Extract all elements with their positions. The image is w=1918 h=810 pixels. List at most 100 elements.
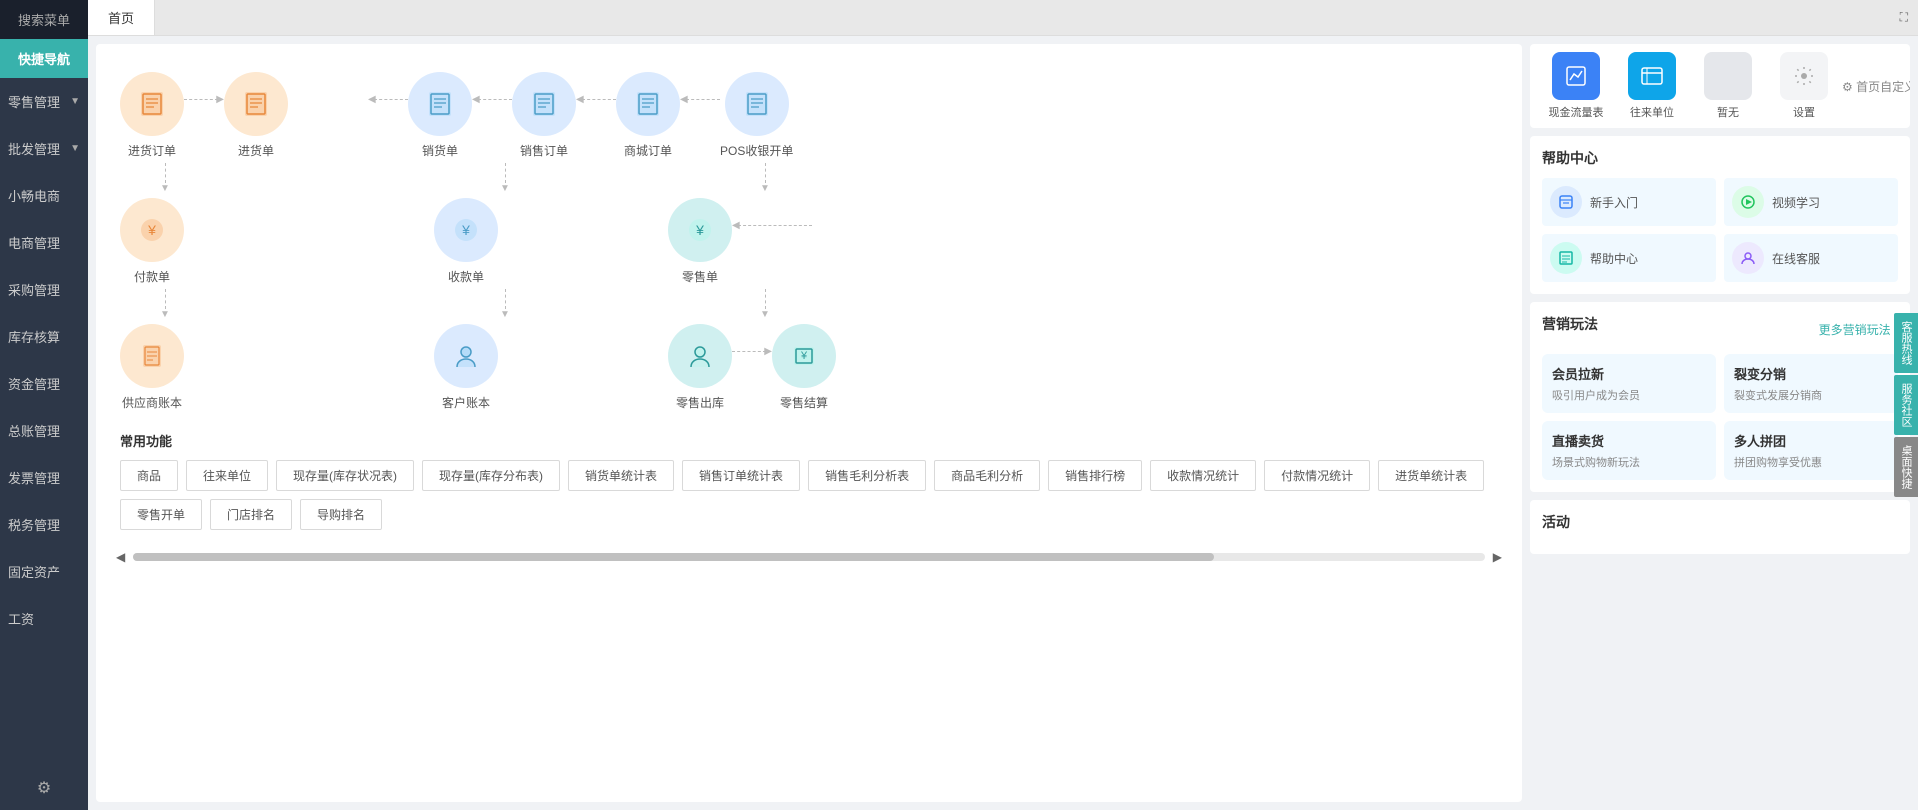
help-item-helpcenter[interactable]: 帮助中心 <box>1542 234 1716 282</box>
quick-bar: 现金流量表 往来单位 暂无 <box>1530 44 1910 128</box>
lingshouchuku-icon[interactable] <box>668 324 732 388</box>
sidebar-item-retail[interactable]: 零售管理 ▼ <box>0 78 88 125</box>
common-functions-title: 常用功能 <box>120 431 1498 450</box>
func-btn-margin1[interactable]: 销售毛利分析表 <box>808 460 926 491</box>
sidebar-item-inventory[interactable]: 库存核算 <box>0 313 88 360</box>
fission-desc: 裂变式发展分销商 <box>1734 387 1888 403</box>
member-desc: 吸引用户成为会员 <box>1552 387 1706 403</box>
marketing-section: 营销玩法 更多营销玩法 › 会员拉新 吸引用户成为会员 裂变分销 裂变式发展分销… <box>1530 302 1910 492</box>
func-btn-stock1[interactable]: 现存量(库存状况表) <box>276 460 414 491</box>
help-item-online-support[interactable]: 在线客服 <box>1724 234 1898 282</box>
right-panel: 现金流量表 往来单位 暂无 <box>1530 44 1910 802</box>
tab-home[interactable]: 首页 <box>88 0 155 35</box>
func-btn-stock2[interactable]: 现存量(库存分布表) <box>422 460 560 491</box>
sidebar-settings-icon[interactable]: ⚙ <box>0 766 88 810</box>
quick-icon-empty[interactable]: 暂无 <box>1694 52 1762 120</box>
flow-node-jinhuo: 进货单 <box>224 72 288 159</box>
help-title: 帮助中心 <box>1542 148 1898 168</box>
float-btn-service[interactable]: 客服热线 <box>1894 313 1918 373</box>
sidebar-item-salary[interactable]: 工资 <box>0 595 88 642</box>
quick-icon-partner[interactable]: 往来单位 <box>1618 52 1686 120</box>
chevron-down-icon: ▼ <box>70 143 80 154</box>
scrollbar-track[interactable] <box>133 553 1485 561</box>
settings-label: 设置 <box>1793 104 1815 120</box>
func-btn-product[interactable]: 商品 <box>120 460 178 491</box>
xiaohuo-icon[interactable] <box>408 72 472 136</box>
sidebar-item-wholesale[interactable]: 批发管理 ▼ <box>0 125 88 172</box>
shoukuan-icon[interactable]: ¥ <box>434 198 498 262</box>
sidebar-item-ecommerce-small[interactable]: 小畅电商 <box>0 172 88 219</box>
lingshoud-label: 零售单 <box>682 268 718 285</box>
jinhuo-icon[interactable] <box>224 72 288 136</box>
func-btn-sale2[interactable]: 销售订单统计表 <box>682 460 800 491</box>
sidebar-item-tax[interactable]: 税务管理 <box>0 501 88 548</box>
sidebar: 搜索菜单 快捷导航 零售管理 ▼ 批发管理 ▼ 小畅电商 电商管理 采购管理 库… <box>0 0 88 810</box>
pos-label: POS收银开单 <box>720 142 793 159</box>
func-grid: 商品 往来单位 现存量(库存状况表) 现存量(库存分布表) 销货单统计表 销售订… <box>120 460 1498 530</box>
lingshoud-icon[interactable]: ¥ <box>668 198 732 262</box>
flow-node-xiaodd: 销售订单 <box>512 72 576 159</box>
pos-icon[interactable] <box>725 72 789 136</box>
scrollbar-thumb <box>133 553 1214 561</box>
float-btn-desktop[interactable]: 桌面快捷 <box>1894 437 1918 497</box>
flow-node-fukuan: ¥ 付款单 <box>120 198 184 285</box>
func-btn-margin2[interactable]: 商品毛利分析 <box>934 460 1040 491</box>
flow-node-gongyings: 供应商账本 <box>120 324 184 411</box>
marketing-item-live[interactable]: 直播卖货 场景式购物新玩法 <box>1542 421 1716 480</box>
kehus-icon[interactable] <box>434 324 498 388</box>
sidebar-item-assets[interactable]: 固定资产 <box>0 548 88 595</box>
helpcenter-icon <box>1550 242 1582 274</box>
func-btn-retail-order[interactable]: 零售开单 <box>120 499 202 530</box>
activity-title: 活动 <box>1542 512 1898 532</box>
svg-text:¥: ¥ <box>461 222 470 238</box>
flow-node-lingshoujiesuan: ¥ 零售结算 <box>772 324 836 411</box>
help-item-video[interactable]: 视频学习 <box>1724 178 1898 226</box>
empty-icon <box>1704 52 1752 100</box>
scroll-right-button[interactable]: ▶ <box>1489 550 1506 564</box>
func-btn-receipt[interactable]: 收款情况统计 <box>1150 460 1256 491</box>
svg-text:¥: ¥ <box>695 222 704 238</box>
func-btn-purchase-stat[interactable]: 进货单统计表 <box>1378 460 1484 491</box>
left-panel: 进货订单 ▶ 进货单 <box>96 44 1522 802</box>
func-btn-payment[interactable]: 付款情况统计 <box>1264 460 1370 491</box>
main-area: 首页 ⛶ 进货订单 ▶ <box>88 0 1918 810</box>
sidebar-item-ecommerce-mgmt[interactable]: 电商管理 <box>0 219 88 266</box>
func-btn-store-rank[interactable]: 门店排名 <box>210 499 292 530</box>
video-label: 视频学习 <box>1772 194 1820 211</box>
help-section: 帮助中心 新手入门 视频学习 <box>1530 136 1910 294</box>
xiaohuo-label: 销货单 <box>422 142 458 159</box>
float-btn-community[interactable]: 服务社区 <box>1894 375 1918 435</box>
help-item-beginner[interactable]: 新手入门 <box>1542 178 1716 226</box>
expand-button[interactable]: ⛶ <box>1890 10 1918 25</box>
quick-icon-cashflow[interactable]: 现金流量表 <box>1542 52 1610 120</box>
sidebar-item-invoice[interactable]: 发票管理 <box>0 454 88 501</box>
shangcheng-icon[interactable] <box>616 72 680 136</box>
lingshoujiesuan-icon[interactable]: ¥ <box>772 324 836 388</box>
func-btn-rank1[interactable]: 销售排行榜 <box>1048 460 1142 491</box>
gongyings-label: 供应商账本 <box>122 394 182 411</box>
quick-icon-settings[interactable]: 设置 <box>1770 52 1838 120</box>
jinhuodd-icon[interactable] <box>120 72 184 136</box>
group-title: 多人拼团 <box>1734 431 1888 450</box>
sidebar-item-finance[interactable]: 资金管理 <box>0 360 88 407</box>
marketing-item-group[interactable]: 多人拼团 拼团购物享受优惠 <box>1724 421 1898 480</box>
sidebar-search[interactable]: 搜索菜单 <box>0 0 88 39</box>
sidebar-item-purchase[interactable]: 采购管理 <box>0 266 88 313</box>
content-area: 进货订单 ▶ 进货单 <box>88 36 1918 810</box>
marketing-item-member[interactable]: 会员拉新 吸引用户成为会员 <box>1542 354 1716 413</box>
sidebar-item-ledger[interactable]: 总账管理 <box>0 407 88 454</box>
func-btn-guide-rank[interactable]: 导购排名 <box>300 499 382 530</box>
xiaodd-icon[interactable] <box>512 72 576 136</box>
scroll-left-button[interactable]: ◀ <box>112 550 129 564</box>
more-marketing-link[interactable]: 更多营销玩法 › <box>1819 321 1898 338</box>
flow-node-shoukuan: ¥ 收款单 <box>434 198 498 285</box>
shangcheng-label: 商城订单 <box>624 142 672 159</box>
fukuan-icon[interactable]: ¥ <box>120 198 184 262</box>
marketing-item-fission[interactable]: 裂变分销 裂变式发展分销商 <box>1724 354 1898 413</box>
jinhuo-label: 进货单 <box>238 142 274 159</box>
gongyings-icon[interactable] <box>120 324 184 388</box>
cashflow-label: 现金流量表 <box>1549 104 1604 120</box>
func-btn-partner[interactable]: 往来单位 <box>186 460 268 491</box>
func-btn-sale1[interactable]: 销货单统计表 <box>568 460 674 491</box>
customize-settings-link[interactable]: ⚙ 首页自定义设置 <box>1842 78 1910 95</box>
